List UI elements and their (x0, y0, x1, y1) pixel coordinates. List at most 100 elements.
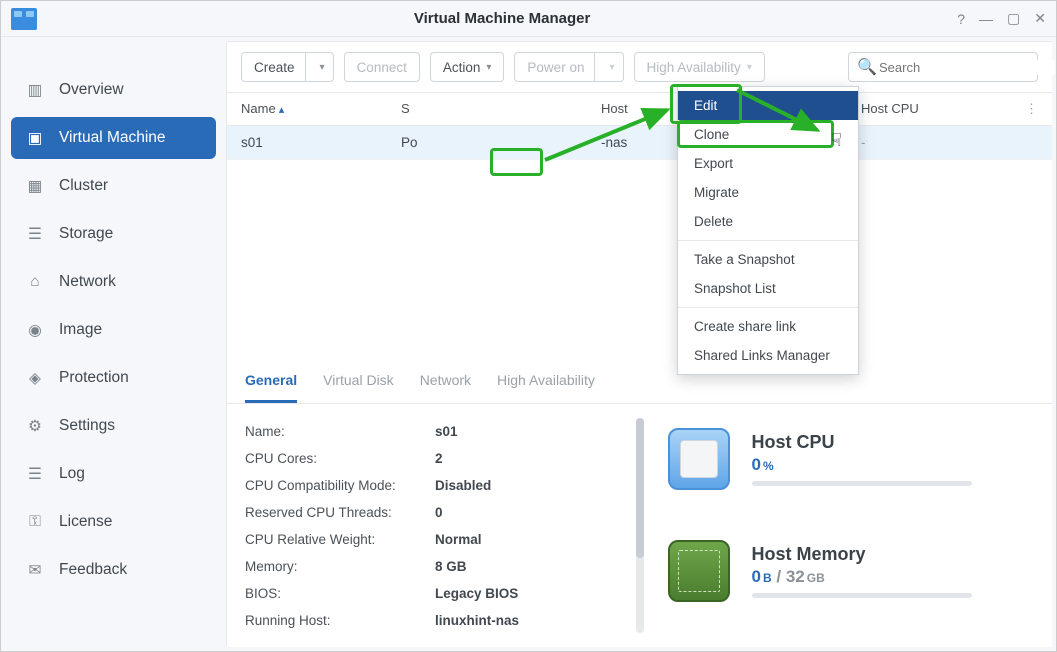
col-cpu[interactable]: Host CPU (861, 101, 1018, 117)
chevron-down-icon: ▾ (320, 62, 325, 73)
search-icon: 🔍 (857, 57, 873, 77)
action-dropdown: Edit Clone Export Migrate Delete Take a … (677, 86, 859, 375)
sidebar-item-label: Virtual Machine (59, 129, 166, 147)
cpu-icon (668, 428, 730, 490)
memory-bar (752, 593, 972, 598)
properties: Name:s01 CPU Cores:2 CPU Compatibility M… (245, 418, 612, 633)
gear-icon: ⚙ (25, 418, 45, 434)
sidebar-item-label: Feedback (59, 561, 127, 579)
table-header: Name S Host IP Host CPU ⋮ (227, 93, 1052, 126)
action-button[interactable]: Action▾ (430, 52, 505, 82)
tab-network[interactable]: Network (420, 360, 471, 403)
protection-icon: ◈ (25, 370, 45, 386)
sidebar-item-license[interactable]: ⚿ License (11, 501, 216, 543)
main-panel: Create▾ Connect Action▾ Power on▾ High A… (226, 41, 1052, 647)
sidebar-item-virtual-machine[interactable]: ▣ Virtual Machine (11, 117, 216, 159)
window-title: Virtual Machine Manager (47, 10, 957, 27)
search-box[interactable]: 🔍 (848, 52, 1038, 82)
vmm-window: Virtual Machine Manager ? — ▢ ✕ ▥Overvie… (0, 0, 1057, 652)
prop-label: Memory: (245, 559, 435, 574)
menu-item-snapshot-list[interactable]: Snapshot List (678, 274, 858, 303)
prop-label: Reserved CPU Threads: (245, 505, 435, 520)
storage-icon: ☰ (25, 226, 45, 242)
sidebar-item-protection[interactable]: ◈ Protection (11, 357, 216, 399)
create-button[interactable]: Create▾ (241, 52, 334, 82)
stat-value: 0 (752, 567, 761, 586)
sidebar-item-label: Image (59, 321, 102, 339)
cell-name: s01 (241, 135, 401, 150)
power-on-button[interactable]: Power on▾ (514, 52, 623, 82)
sidebar-item-settings[interactable]: ⚙ Settings (11, 405, 216, 447)
minimize-icon[interactable]: — (979, 11, 993, 27)
key-icon: ⚿ (25, 514, 45, 530)
scrollbar[interactable] (636, 418, 644, 633)
toolbar: Create▾ Connect Action▾ Power on▾ High A… (227, 42, 1052, 93)
stat-title: Host CPU (752, 432, 1035, 453)
sidebar: ▥Overview ▣ Virtual Machine ▦ Cluster ☰ Sto… (1, 37, 226, 651)
col-status[interactable]: S (401, 101, 601, 117)
sidebar-item-feedback[interactable]: ✉ Feedback (11, 549, 216, 591)
stat-unit: % (763, 459, 774, 473)
table-row[interactable]: s01 Po -nas - - (227, 126, 1052, 160)
menu-item-clone[interactable]: Clone (678, 120, 858, 149)
stat-total: 32 (786, 567, 805, 586)
tab-general[interactable]: General (245, 360, 297, 403)
prop-label: CPU Cores: (245, 451, 435, 466)
sidebar-item-log[interactable]: ☰Log (11, 453, 216, 495)
cluster-icon: ▦ (25, 178, 45, 194)
sidebar-item-label: Cluster (59, 177, 108, 195)
sidebar-item-label: Storage (59, 225, 113, 243)
search-input[interactable] (879, 60, 1055, 75)
prop-value: 2 (435, 451, 443, 466)
menu-item-export[interactable]: Export (678, 149, 858, 178)
menu-separator (678, 307, 858, 308)
sidebar-item-label: Protection (59, 369, 129, 387)
col-name[interactable]: Name (241, 101, 401, 117)
sidebar-item-label: Settings (59, 417, 115, 435)
sidebar-item-storage[interactable]: ☰ Storage (11, 213, 216, 255)
cpu-bar (752, 481, 972, 486)
prop-value: 0 (435, 505, 443, 520)
stat-title: Host Memory (752, 544, 1035, 565)
menu-item-shared-links-manager[interactable]: Shared Links Manager (678, 341, 858, 370)
prop-value: linuxhint-nas (435, 613, 519, 628)
prop-label: Running Host: (245, 613, 435, 628)
mail-icon: ✉ (25, 562, 45, 578)
image-icon: ◉ (25, 322, 45, 338)
titlebar: Virtual Machine Manager ? — ▢ ✕ (1, 1, 1056, 37)
chevron-down-icon: ▾ (609, 62, 614, 73)
prop-value: Legacy BIOS (435, 586, 518, 601)
prop-value: Normal (435, 532, 482, 547)
sidebar-item-label: License (59, 513, 112, 531)
tab-high-availability[interactable]: High Availability (497, 360, 595, 403)
prop-label: BIOS: (245, 586, 435, 601)
menu-item-snapshot[interactable]: Take a Snapshot (678, 245, 858, 274)
sidebar-item-network[interactable]: ⌂Network (11, 261, 216, 303)
maximize-icon[interactable]: ▢ (1007, 10, 1020, 27)
connect-button[interactable]: Connect (344, 52, 420, 82)
app-icon (11, 8, 37, 30)
stat-unit: B (763, 571, 772, 585)
sidebar-item-cluster[interactable]: ▦ Cluster (11, 165, 216, 207)
menu-item-edit[interactable]: Edit (678, 91, 858, 120)
prop-label: Name: (245, 424, 435, 439)
host-cpu-stat: Host CPU 0% (668, 428, 1035, 490)
prop-label: CPU Relative Weight: (245, 532, 435, 547)
vm-icon: ▣ (25, 130, 45, 146)
close-icon[interactable]: ✕ (1034, 10, 1046, 27)
menu-item-share-link[interactable]: Create share link (678, 312, 858, 341)
detail-tabs: General Virtual Disk Network High Availa… (227, 360, 1052, 404)
menu-separator (678, 240, 858, 241)
more-columns-icon[interactable]: ⋮ (1018, 101, 1038, 117)
tab-virtual-disk[interactable]: Virtual Disk (323, 360, 394, 403)
sidebar-item-image[interactable]: ◉ Image (11, 309, 216, 351)
sidebar-item-overview[interactable]: ▥Overview (11, 69, 216, 111)
prop-value: s01 (435, 424, 458, 439)
high-availability-button[interactable]: High Availability▾ (634, 52, 765, 82)
help-icon[interactable]: ? (957, 11, 965, 27)
menu-item-delete[interactable]: Delete (678, 207, 858, 236)
host-memory-stat: Host Memory 0B / 32GB (668, 540, 1035, 602)
log-icon: ☰ (25, 466, 45, 482)
stats: Host CPU 0% Host Memory 0B / 32GB (668, 418, 1035, 633)
menu-item-migrate[interactable]: Migrate (678, 178, 858, 207)
